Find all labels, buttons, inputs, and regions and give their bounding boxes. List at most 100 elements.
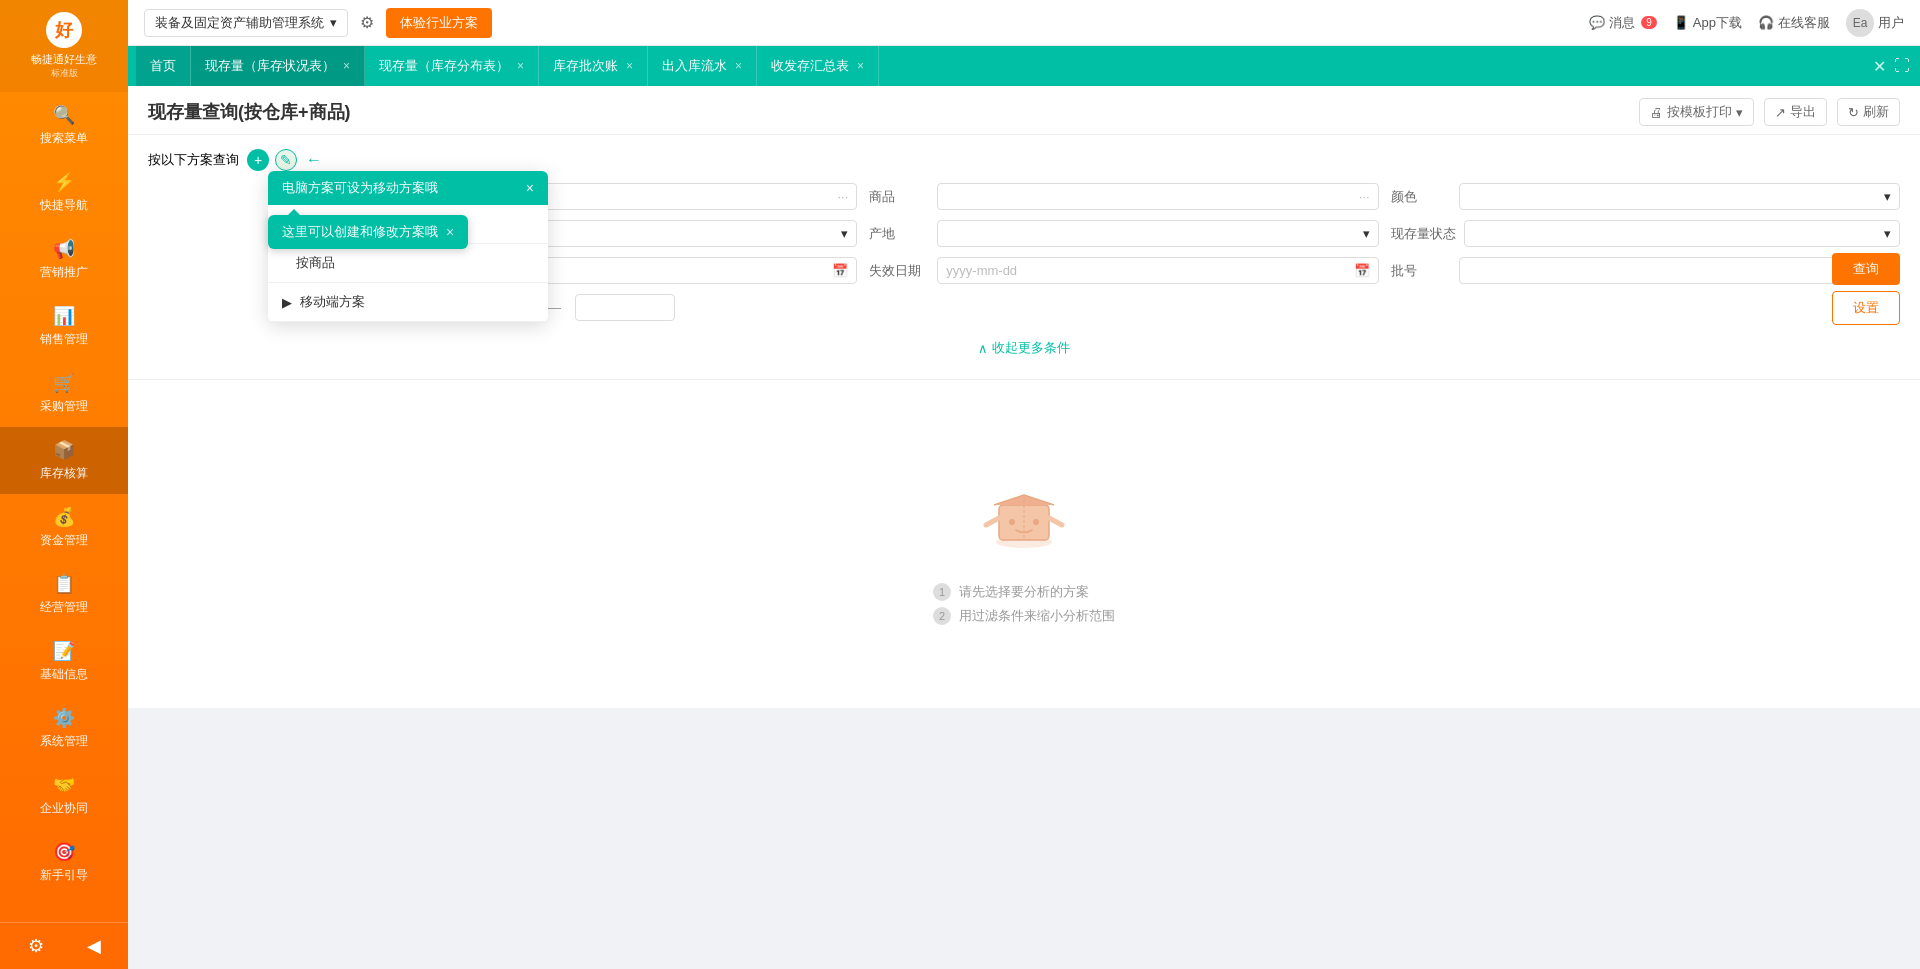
sidebar-item-guide[interactable]: 🎯 新手引导 [0,829,128,896]
tab-batch-account[interactable]: 库存批次账 × [539,46,648,86]
stock-status-dropdown-icon: ▾ [1884,226,1891,241]
sidebar-item-finance[interactable]: 💰 资金管理 [0,494,128,561]
sidebar-item-system[interactable]: ⚙️ 系统管理 [0,695,128,762]
expire-date-input[interactable]: yyyy-mm-dd 📅 [937,257,1378,284]
tab-batch-account-close[interactable]: × [626,59,633,73]
sidebar-item-cooperation-label: 企业协同 [40,800,88,817]
calendar-icon-1: 📅 [832,263,848,278]
tooltip-popup: 这里可以创建和修改方案哦 × [268,215,468,249]
tab-inventory-status[interactable]: 现存量（库存状况表） × [191,46,365,86]
notification-action[interactable]: 💬 消息 9 [1589,14,1657,32]
tab-in-out-flow[interactable]: 出入库流水 × [648,46,757,86]
goods-select[interactable]: ··· [937,183,1378,210]
sidebar-item-system-label: 系统管理 [40,733,88,750]
lightning-icon: ⚡ [53,171,75,193]
tabbar-fullscreen-icon[interactable]: ⛶ [1894,57,1910,75]
filter-field-expire-date: 失效日期 yyyy-mm-dd 📅 [869,257,1378,284]
origin-dropdown-icon: ▾ [1363,226,1370,241]
reset-btn[interactable]: 设置 [1832,291,1900,325]
sidebar-collapse-icon[interactable]: ◀ [87,935,101,957]
filter-field-origin: 产地 ▾ [869,220,1378,247]
stock-status-select[interactable]: ▾ [1464,220,1900,247]
experience-btn[interactable]: 体验行业方案 [386,8,492,38]
stock-main-max-input[interactable] [575,294,675,321]
topbar-settings-icon[interactable]: ⚙ [360,13,374,32]
goods-dots: ··· [1359,189,1370,204]
export-icon: ↗ [1775,105,1786,120]
print-btn[interactable]: 🖨 按模板打印 ▾ [1639,98,1754,126]
tabbar-end-btns: ✕ ⛶ [1863,57,1920,76]
sidebar-footer: ⚙ ◀ [0,922,128,969]
filter-row-1: 仓库 ··· 商品 ··· 颜色 [348,183,1900,210]
logo-text: 畅捷通好生意 [31,52,97,67]
collapse-up-icon: ∧ [978,341,988,356]
color-dropdown-icon: ▾ [1884,189,1891,204]
sidebar-settings-icon[interactable]: ⚙ [28,935,44,957]
headset-icon: 🎧 [1758,15,1774,30]
refresh-btn[interactable]: ↻ 刷新 [1837,98,1900,126]
color-select[interactable]: ▾ [1459,183,1900,210]
empty-tip-2-text: 用过滤条件来缩小分析范围 [959,607,1115,625]
sidebar-item-marketing[interactable]: 📢 营销推广 [0,226,128,293]
sidebar-item-inventory[interactable]: 📦 库存核算 [0,427,128,494]
query-btn[interactable]: 查询 [1832,253,1900,285]
action-btns: 查询 设置 [1832,253,1900,325]
tab-collect-summary-close[interactable]: × [857,59,864,73]
tooltip-close-btn[interactable]: × [446,224,454,240]
sidebar-item-cooperation[interactable]: 🤝 企业协同 [0,762,128,829]
empty-tip-1: 1 请先选择要分析的方案 [933,580,1115,604]
filter-panel: 按以下方案查询 + ✎ ← 电脑方案可设为移动方案哦 [128,135,1920,380]
sidebar-item-purchase-label: 采购管理 [40,398,88,415]
app-download-label: App下载 [1693,14,1742,32]
color-label: 颜色 [1391,188,1451,206]
system-selector[interactable]: 装备及固定资产辅助管理系统 ▾ [144,9,348,37]
edit-icon: ✎ [280,152,292,168]
export-btn[interactable]: ↗ 导出 [1764,98,1827,126]
sidebar-item-quicknav-label: 快捷导航 [40,197,88,214]
sidebar-item-basic[interactable]: 📝 基础信息 [0,628,128,695]
filter-add-scheme-btn[interactable]: + [247,149,269,171]
app-download-action[interactable]: 📱 App下载 [1673,14,1742,32]
collapse-more-btn[interactable]: ∧ 收起更多条件 [148,331,1900,365]
sidebar-item-operation[interactable]: 📋 经营管理 [0,561,128,628]
tab-collect-summary-label: 收发存汇总表 [771,57,849,75]
sidebar-item-sales[interactable]: 📊 销售管理 [0,293,128,360]
filter-back-icon[interactable]: ← [303,149,325,171]
scheme-tree-expand-icon2: ▶ [282,295,292,310]
user-action[interactable]: Ea 用户 [1846,9,1904,37]
topbar-actions: 💬 消息 9 📱 App下载 🎧 在线客服 Ea 用户 [1589,9,1904,37]
tab-home[interactable]: 首页 [136,46,191,86]
export-label: 导出 [1790,103,1816,121]
tabbar-close-icon[interactable]: ✕ [1873,57,1886,76]
money-icon: 💰 [53,506,75,528]
filter-edit-scheme-btn[interactable]: ✎ [275,149,297,171]
batch-label: 批号 [1391,262,1451,280]
svg-line-6 [1049,518,1062,525]
sidebar-item-basic-label: 基础信息 [40,666,88,683]
filter-header: 按以下方案查询 + ✎ ← 电脑方案可设为移动方案哦 [148,149,1900,171]
clipboard-icon: 📋 [53,573,75,595]
stock-status-label: 现存量状态 [1391,225,1456,243]
origin-select[interactable]: ▾ [937,220,1378,247]
filter-rows-container: 仓库 ··· 商品 ··· 颜色 [348,183,1900,321]
scheme-dropdown-close-btn[interactable]: × [526,180,534,196]
tab-in-out-flow-close[interactable]: × [735,59,742,73]
tab-collect-summary[interactable]: 收发存汇总表 × [757,46,879,86]
sidebar-item-quicknav[interactable]: ⚡ 快捷导航 [0,159,128,226]
sidebar-logo[interactable]: 好 畅捷通好生意 标准版 [0,0,128,92]
scheme-mobile-parent[interactable]: ▶ 移动端方案 [268,283,548,322]
scheme-pc-child[interactable]: 按商品 [268,244,548,283]
filter-field-color: 颜色 ▾ [1391,183,1900,210]
svg-point-3 [1009,519,1015,525]
tab-inventory-dist[interactable]: 现存量（库存分布表） × [365,46,539,86]
tab-inventory-dist-close[interactable]: × [517,59,524,73]
sidebar-item-search[interactable]: 🔍 搜索菜单 [0,92,128,159]
online-support-action[interactable]: 🎧 在线客服 [1758,14,1830,32]
tab-inventory-status-close[interactable]: × [343,59,350,73]
logo-icon: 好 [46,12,82,48]
logo-badge: 标准版 [51,67,78,80]
target-icon: 🎯 [53,841,75,863]
sidebar-item-purchase[interactable]: 🛒 采购管理 [0,360,128,427]
sidebar-item-sales-label: 销售管理 [40,331,88,348]
sidebar-item-inventory-label: 库存核算 [40,465,88,482]
